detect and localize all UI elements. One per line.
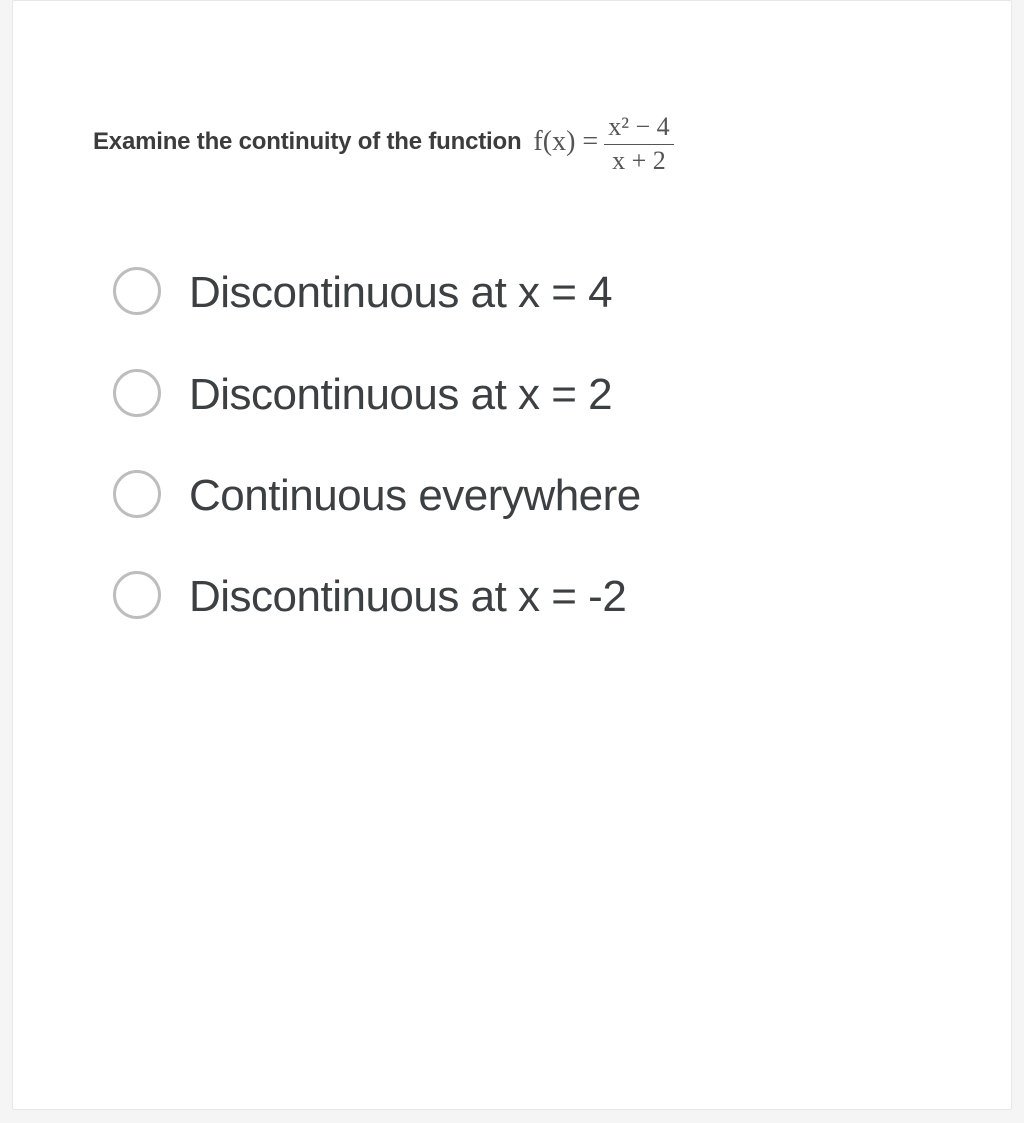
option-2[interactable]: Discontinuous at x = 2 bbox=[113, 365, 651, 424]
denominator: x + 2 bbox=[608, 145, 670, 176]
radio-icon[interactable] bbox=[113, 369, 161, 417]
function-lhs: f(x) = bbox=[533, 126, 598, 158]
options-list: Discontinuous at x = 4 Discontinuous at … bbox=[93, 263, 981, 627]
option-label: Discontinuous at x = 2 bbox=[189, 365, 612, 424]
option-3[interactable]: Continuous everywhere bbox=[113, 466, 651, 525]
numerator: x² − 4 bbox=[604, 113, 673, 145]
option-1[interactable]: Discontinuous at x = 4 bbox=[113, 263, 651, 322]
radio-icon[interactable] bbox=[113, 267, 161, 315]
option-label: Discontinuous at x = -2 bbox=[189, 567, 626, 626]
option-label: Continuous everywhere bbox=[189, 466, 641, 525]
question-card: Examine the continuity of the function f… bbox=[12, 0, 1012, 1110]
fraction: x² − 4 x + 2 bbox=[604, 113, 673, 175]
radio-icon[interactable] bbox=[113, 470, 161, 518]
option-label: Discontinuous at x = 4 bbox=[189, 263, 612, 322]
question-prompt: Examine the continuity of the function bbox=[93, 128, 521, 156]
question-math: f(x) = x² − 4 x + 2 bbox=[533, 111, 673, 173]
question-row: Examine the continuity of the function f… bbox=[93, 111, 981, 173]
radio-icon[interactable] bbox=[113, 571, 161, 619]
option-4[interactable]: Discontinuous at x = -2 bbox=[113, 567, 651, 626]
